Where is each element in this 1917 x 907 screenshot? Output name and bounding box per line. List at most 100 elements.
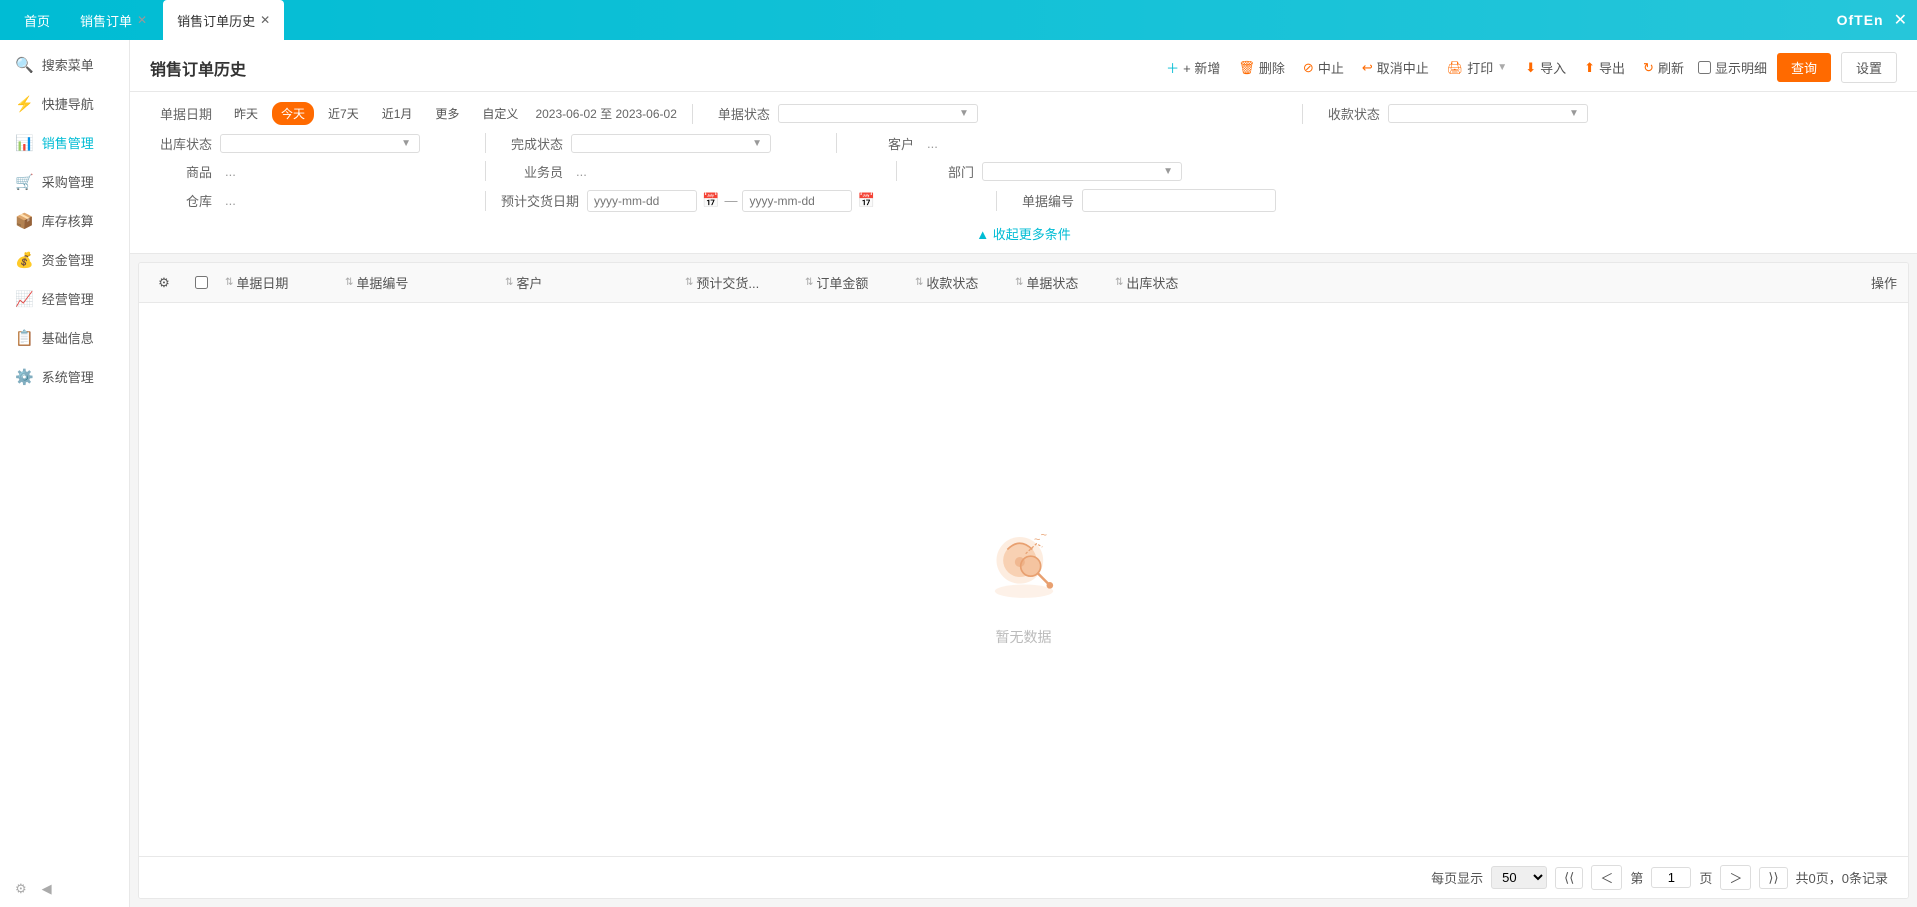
th-order[interactable]: ⇅ 单据编号 [339, 265, 499, 300]
calendar-from-icon[interactable]: 📅 [702, 192, 719, 209]
th-order-status[interactable]: ⇅ 单据状态 [1009, 265, 1109, 300]
print-button[interactable]: 🖨 打印 ▼ [1443, 56, 1511, 79]
th-amount-label: 订单金额 [816, 273, 868, 292]
stop-button[interactable]: ⊘ 中止 [1299, 56, 1348, 79]
date-chip-custom[interactable]: 自定义 [473, 102, 527, 125]
top-bar: 首页 销售订单 ✕ 销售订单历史 ✕ OfTEn ✕ [0, 0, 1917, 40]
show-detail-check[interactable] [1698, 61, 1711, 74]
print-arrow: ▼ [1497, 62, 1507, 73]
page-next-button[interactable]: ＞ [1720, 865, 1751, 890]
cancel-stop-button[interactable]: ↩ 取消中止 [1358, 56, 1433, 79]
out-status-select[interactable]: ▼ [220, 134, 420, 153]
sidebar-item-finance[interactable]: 💰 资金管理 [0, 240, 129, 279]
filter-row-1: 单据日期 昨天 今天 近7天 近1月 更多 自定义 2023-06-02 至 2… [150, 102, 1897, 125]
complete-status-label: 完成状态 [501, 134, 571, 153]
content-area: 销售订单历史 ＋ + 新增 🗑 删除 ⊘ 中止 ↩ 取消中止 [130, 40, 1917, 907]
sidebar-item-quicknav[interactable]: ⚡ 快捷导航 [0, 84, 129, 123]
date-chip-1month[interactable]: 近1月 [373, 102, 422, 125]
sidebar-item-inventory[interactable]: 📦 库存核算 [0, 201, 129, 240]
page-input[interactable] [1651, 867, 1691, 888]
top-close-icon[interactable]: ✕ [1894, 10, 1907, 30]
tab-sales-history-close[interactable]: ✕ [260, 13, 270, 27]
tab-home-label: 首页 [24, 11, 50, 30]
sidebar-item-system[interactable]: ⚙️ 系统管理 [0, 357, 129, 396]
date-chips: 昨天 今天 近7天 近1月 更多 自定义 [225, 102, 527, 125]
th-pay-status[interactable]: ⇅ 收款状态 [909, 265, 1009, 300]
customer-dots[interactable]: ... [922, 136, 943, 151]
th-out-status[interactable]: ⇅ 出库状态 [1109, 265, 1209, 300]
date-chip-more[interactable]: 更多 [426, 102, 468, 125]
th-order-sort-icon: ⇅ [345, 277, 353, 288]
import-icon: ⬇ [1525, 60, 1536, 76]
sidebar-collapse-icon[interactable]: ◀ [42, 881, 52, 897]
tab-sales-order-close[interactable]: ✕ [137, 13, 147, 27]
settings-gear-icon[interactable]: ⚙ [158, 275, 170, 291]
cancel-stop-icon: ↩ [1362, 60, 1373, 76]
quicknav-icon: ⚡ [15, 95, 34, 113]
sidebar-settings-icon[interactable]: ⚙ [15, 881, 27, 897]
main-layout: 🔍 搜索菜单 ⚡ 快捷导航 📊 销售管理 🛒 采购管理 📦 库存核算 💰 资金管… [0, 40, 1917, 907]
page-prev-button[interactable]: ＜ [1591, 865, 1622, 890]
tab-home[interactable]: 首页 [10, 0, 64, 40]
query-button[interactable]: 查询 [1777, 53, 1831, 82]
empty-text: 暂无数据 [996, 627, 1052, 647]
th-delivery[interactable]: ⇅ 预计交货... [679, 265, 799, 300]
expected-date-from[interactable] [587, 190, 697, 212]
expected-date-label: 预计交货日期 [501, 191, 587, 210]
order-status-select[interactable]: ▼ [778, 104, 978, 123]
export-button[interactable]: ⬆ 导出 [1580, 56, 1629, 79]
import-button[interactable]: ⬇ 导入 [1521, 56, 1570, 79]
delete-button[interactable]: 🗑 删除 [1234, 56, 1289, 79]
divider-3 [485, 133, 486, 153]
th-customer[interactable]: ⇅ 客户 [499, 265, 679, 300]
complete-status-select[interactable]: ▼ [571, 134, 771, 153]
total-text: 共0页，0条记录 [1796, 868, 1888, 887]
date-chip-yesterday[interactable]: 昨天 [225, 102, 267, 125]
th-check[interactable] [184, 268, 219, 297]
per-page-select[interactable]: 50 10 20 100 [1491, 866, 1547, 889]
order-no-label: 单据编号 [1012, 191, 1082, 210]
sidebar-item-purchase[interactable]: 🛒 采购管理 [0, 162, 129, 201]
show-detail-checkbox[interactable]: 显示明细 [1698, 58, 1767, 77]
sidebar-item-search[interactable]: 🔍 搜索菜单 [0, 45, 129, 84]
tab-list: 首页 销售订单 ✕ 销售订单历史 ✕ [10, 0, 284, 40]
salesperson-dots[interactable]: ... [571, 164, 592, 179]
sidebar-item-basicinfo[interactable]: 📋 基础信息 [0, 318, 129, 357]
collapse-filter[interactable]: ▲ 收起更多条件 [150, 220, 1897, 243]
print-icon: 🖨 [1447, 60, 1464, 76]
sidebar-item-operations[interactable]: 📈 经营管理 [0, 279, 129, 318]
refresh-button[interactable]: ↻ 刷新 [1639, 56, 1688, 79]
pay-status-select[interactable]: ▼ [1388, 104, 1588, 123]
filter-row-3: 商品 ... 业务员 ... 部门 ▼ [150, 161, 1897, 181]
expected-date-to[interactable] [742, 190, 852, 212]
filter-row-2: 出库状态 ▼ 完成状态 ▼ 客户 ... [150, 133, 1897, 153]
page-title: 销售订单历史 [150, 56, 246, 80]
calendar-to-icon[interactable]: 📅 [857, 192, 874, 209]
order-no-input[interactable] [1082, 189, 1276, 212]
date-chip-today[interactable]: 今天 [272, 102, 314, 125]
tab-sales-history[interactable]: 销售订单历史 ✕ [163, 0, 284, 40]
department-select[interactable]: ▼ [982, 162, 1182, 181]
select-all-checkbox[interactable] [195, 276, 208, 289]
page-last-button[interactable]: ⟩⟩ [1759, 867, 1787, 889]
divider-1 [692, 104, 693, 124]
th-out-status-label: 出库状态 [1126, 273, 1178, 292]
th-date[interactable]: ⇅ 单据日期 [219, 265, 339, 300]
warehouse-dots[interactable]: ... [220, 193, 241, 208]
sidebar-item-sales[interactable]: 📊 销售管理 [0, 123, 129, 162]
filter-col-salesperson: 业务员 ... [501, 162, 881, 181]
stop-icon: ⊘ [1303, 60, 1314, 76]
finance-icon: 💰 [15, 251, 34, 269]
filter-col-expected-date: 预计交货日期 📅 — 📅 [501, 190, 981, 212]
th-amount[interactable]: ⇅ 订单金额 [799, 265, 909, 300]
tab-sales-order[interactable]: 销售订单 ✕ [66, 0, 161, 40]
page-first-button[interactable]: ⟨⟨ [1555, 867, 1583, 889]
product-dots[interactable]: ... [220, 164, 241, 179]
filter-col-department: 部门 ▼ [912, 162, 1897, 181]
page-suffix: 页 [1699, 868, 1712, 887]
new-button[interactable]: ＋ + 新增 [1162, 56, 1224, 79]
settings-button[interactable]: 设置 [1841, 52, 1897, 83]
th-settings[interactable]: ⚙ [144, 267, 184, 299]
date-chip-7days[interactable]: 近7天 [319, 102, 368, 125]
filter-col-date: 单据日期 昨天 今天 近7天 近1月 更多 自定义 2023-06-02 至 2… [150, 102, 677, 125]
